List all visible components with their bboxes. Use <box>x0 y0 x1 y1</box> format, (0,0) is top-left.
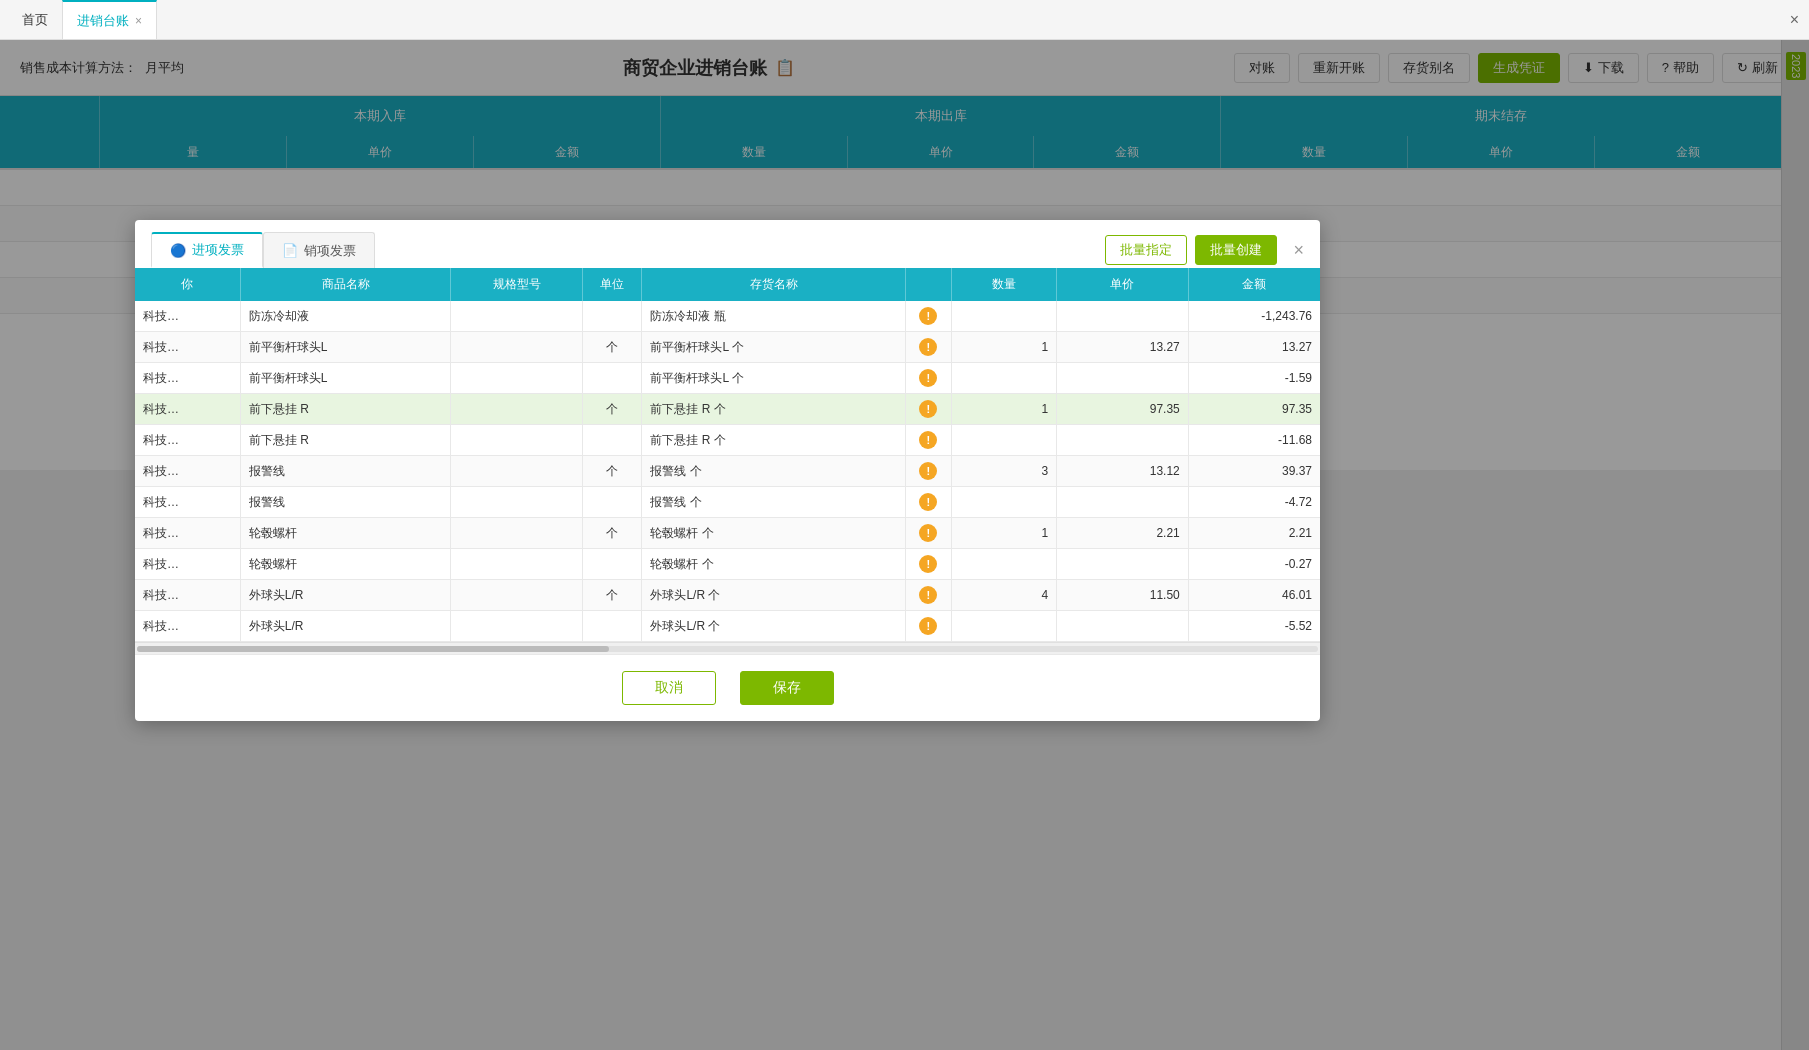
th-spec: 规格型号 <box>451 268 583 301</box>
warning-icon: ! <box>919 431 937 449</box>
tab-outgoing-invoice[interactable]: 📄 销项发票 <box>263 232 375 268</box>
active-tab[interactable]: 进销台账 × <box>62 0 157 39</box>
table-row: 科技…防冻冷却液防冻冷却液 瓶!-1,243.76 <box>135 301 1320 332</box>
modal-table-wrapper: 你 商品名称 规格型号 单位 存货名称 数量 单价 金额 科技…防冻冷却液防冻冷… <box>135 268 1320 642</box>
th-amount: 金额 <box>1188 268 1320 301</box>
outgoing-tab-icon: 📄 <box>282 243 298 258</box>
modal-scrollbar[interactable] <box>135 642 1320 654</box>
modal-footer: 取消 保存 <box>135 654 1320 721</box>
warning-icon: ! <box>919 307 937 325</box>
th-company: 你 <box>135 268 240 301</box>
modal-table: 你 商品名称 规格型号 单位 存货名称 数量 单价 金额 科技…防冻冷却液防冻冷… <box>135 268 1320 642</box>
cancel-button[interactable]: 取消 <box>622 671 716 705</box>
warning-icon: ! <box>919 462 937 480</box>
warning-icon: ! <box>919 617 937 635</box>
table-head: 你 商品名称 规格型号 单位 存货名称 数量 单价 金额 <box>135 268 1320 301</box>
top-nav: 首页 进销台账 × × <box>0 0 1809 40</box>
table-row: 科技…轮毂螺杆个轮毂螺杆 个!12.212.21 <box>135 518 1320 549</box>
modal-header: 🔵 进项发票 📄 销项发票 批量指定 批量创建 × <box>135 220 1320 268</box>
modal-table-body: 科技…防冻冷却液防冻冷却液 瓶!-1,243.76科技…前平衡杆球头L个前平衡杆… <box>135 301 1320 642</box>
table-row: 科技…外球头L/R外球头L/R 个!-5.52 <box>135 611 1320 642</box>
scrollbar-track <box>137 646 1318 652</box>
tab-incoming-invoice[interactable]: 🔵 进项发票 <box>151 232 263 268</box>
th-unit: 单位 <box>583 268 642 301</box>
modal-close-icon[interactable]: × <box>1293 240 1304 261</box>
table-row: 科技…轮毂螺杆轮毂螺杆 个!-0.27 <box>135 549 1320 580</box>
warning-icon: ! <box>919 493 937 511</box>
active-tab-label: 进销台账 <box>77 12 129 30</box>
incoming-tab-label: 进项发票 <box>192 241 244 259</box>
th-warning <box>905 268 951 301</box>
th-price: 单价 <box>1057 268 1189 301</box>
save-button[interactable]: 保存 <box>740 671 834 705</box>
modal-dialog: 🔵 进项发票 📄 销项发票 批量指定 批量创建 × 你 商 <box>135 220 1320 721</box>
warning-icon: ! <box>919 524 937 542</box>
outgoing-tab-label: 销项发票 <box>304 242 356 260</box>
table-row: 科技…前下悬挂 R前下悬挂 R 个!-11.68 <box>135 425 1320 456</box>
batch-assign-button[interactable]: 批量指定 <box>1105 235 1187 265</box>
warning-icon: ! <box>919 338 937 356</box>
main-area: 销售成本计算方法： 月平均 商贸企业进销台账 📋 对账 重新开账 存货别名 生成… <box>0 40 1809 1050</box>
close-tab-icon[interactable]: × <box>135 14 142 28</box>
table-row: 科技…报警线个报警线 个!313.1239.37 <box>135 456 1320 487</box>
incoming-tab-icon: 🔵 <box>170 243 186 258</box>
scrollbar-thumb <box>137 646 609 652</box>
table-row: 科技…外球头L/R个外球头L/R 个!411.5046.01 <box>135 580 1320 611</box>
home-tab[interactable]: 首页 <box>8 0 62 39</box>
table-row: 科技…前下悬挂 R个前下悬挂 R 个!197.3597.35 <box>135 394 1320 425</box>
warning-icon: ! <box>919 555 937 573</box>
window-close-icon[interactable]: × <box>1790 11 1799 29</box>
th-product-name: 商品名称 <box>240 268 451 301</box>
batch-create-button[interactable]: 批量创建 <box>1195 235 1277 265</box>
modal-header-actions: 批量指定 批量创建 × <box>1105 235 1304 265</box>
modal-tabs: 🔵 进项发票 📄 销项发票 <box>151 232 375 268</box>
warning-icon: ! <box>919 586 937 604</box>
warning-icon: ! <box>919 369 937 387</box>
th-inventory-name: 存货名称 <box>642 268 905 301</box>
table-row: 科技…前平衡杆球头L前平衡杆球头L 个!-1.59 <box>135 363 1320 394</box>
table-row: 科技…前平衡杆球头L个前平衡杆球头L 个!113.2713.27 <box>135 332 1320 363</box>
th-qty: 数量 <box>951 268 1056 301</box>
table-header-row: 你 商品名称 规格型号 单位 存货名称 数量 单价 金额 <box>135 268 1320 301</box>
table-row: 科技…报警线报警线 个!-4.72 <box>135 487 1320 518</box>
warning-icon: ! <box>919 400 937 418</box>
